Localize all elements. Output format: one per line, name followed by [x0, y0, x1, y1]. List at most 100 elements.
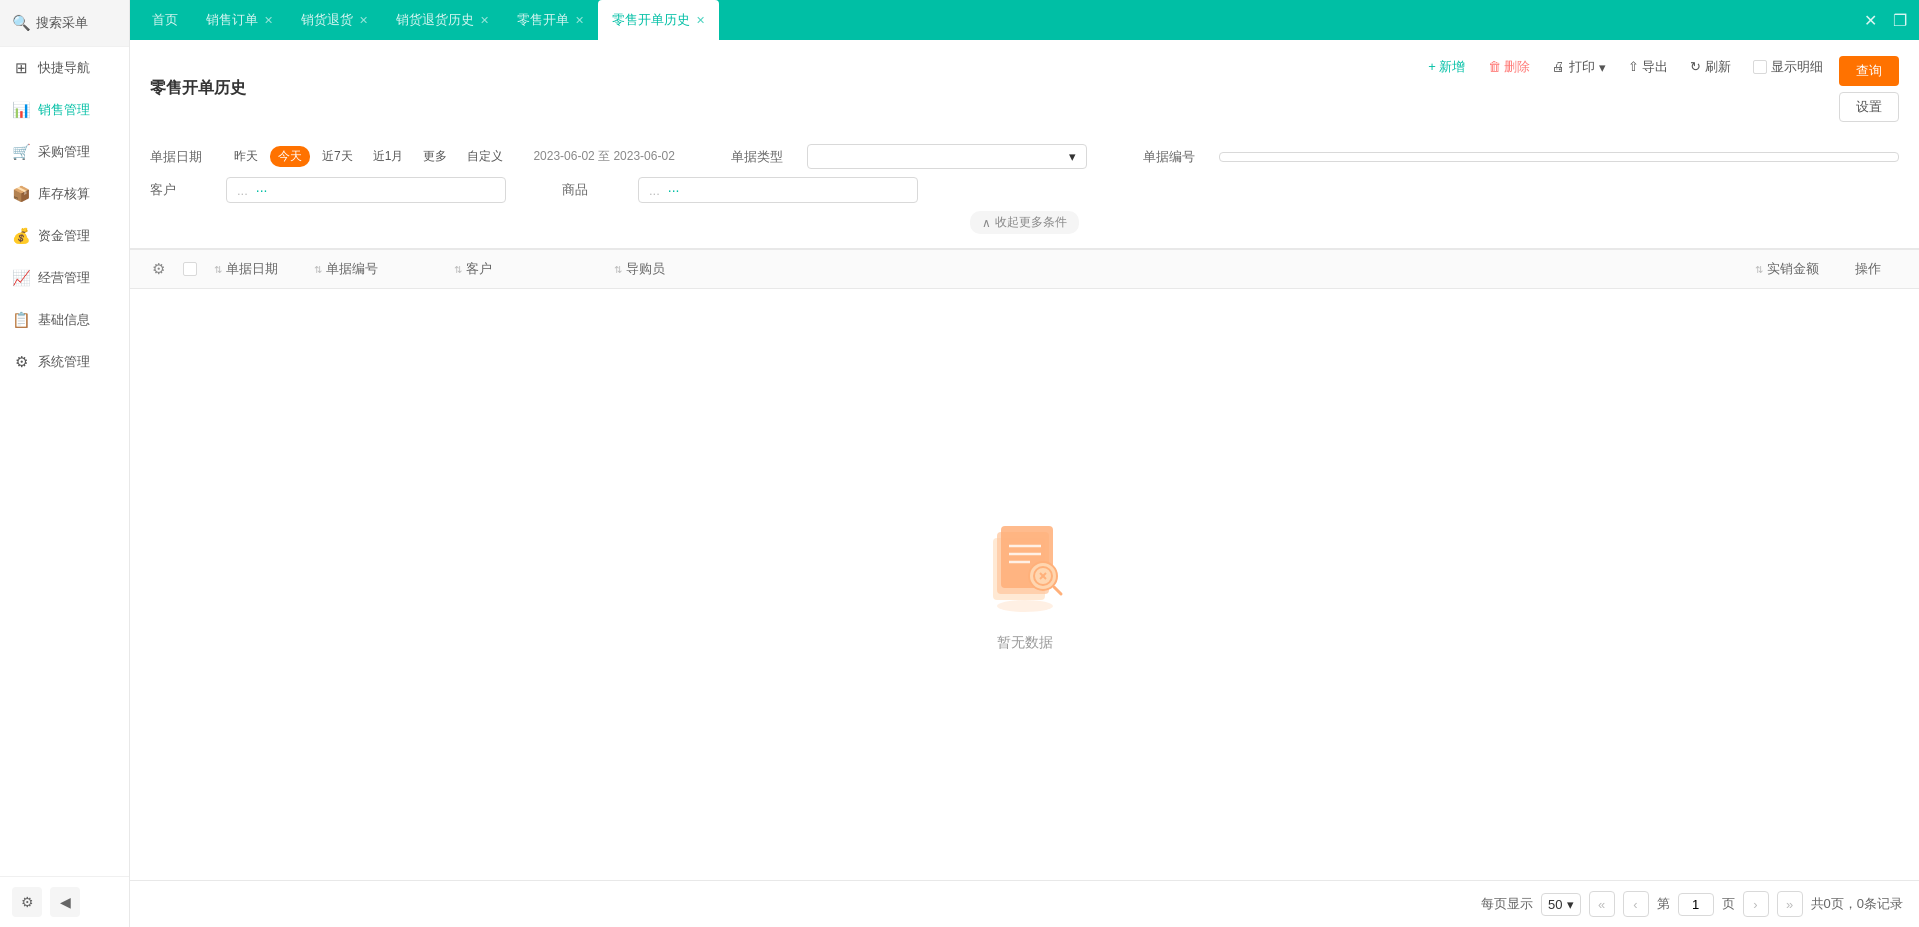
th-num[interactable]: ⇅ 单据编号 — [306, 260, 446, 278]
th-amount[interactable]: ⇅ 实销金额 — [1747, 260, 1847, 278]
page-title-row: 零售开单历史 + 新增 🗑 删除 🖨 打印 ▾ ⇧ 导出 ↻ 刷新 — [150, 54, 1899, 122]
sidebar-item-sys-mgmt[interactable]: ⚙ 系统管理 — [0, 341, 129, 383]
sidebar-item-purchase-mgmt[interactable]: 🛒 采购管理 — [0, 131, 129, 173]
nav-label-quick-nav: 快捷导航 — [38, 59, 90, 77]
print-btn[interactable]: 🖨 打印 ▾ — [1546, 54, 1612, 80]
th-action: 操作 — [1847, 260, 1907, 278]
filter-row-customer: 客户 ... ··· 商品 ... ··· — [150, 177, 1899, 203]
tab-retail-history[interactable]: 零售开单历史✕ — [598, 0, 719, 40]
sidebar-item-operations[interactable]: 📈 经营管理 — [0, 257, 129, 299]
tab-close-retail-history[interactable]: ✕ — [696, 14, 705, 27]
th-customer-label: 客户 — [466, 260, 492, 278]
date-btn-昨天[interactable]: 昨天 — [226, 146, 266, 167]
goods-ellipsis-btn[interactable]: ··· — [668, 182, 680, 198]
goods-input[interactable]: ... ··· — [638, 177, 918, 203]
tab-label-sales-return: 销货退货 — [301, 11, 353, 29]
query-btn[interactable]: 查询 — [1839, 56, 1899, 86]
doc-type-select[interactable]: ▾ — [807, 144, 1087, 169]
tab-sales-return-history[interactable]: 销货退货历史✕ — [382, 0, 503, 40]
goods-filter-label: 商品 — [562, 181, 622, 199]
table-settings-col[interactable]: ⚙ — [142, 260, 174, 278]
window-restore-btn[interactable]: ❐ — [1889, 7, 1911, 34]
tab-home[interactable]: 首页 — [138, 0, 192, 40]
per-page-select[interactable]: 50 ▾ — [1541, 893, 1580, 916]
th-guide[interactable]: ⇅ 导购员 — [606, 260, 686, 278]
select-all-checkbox[interactable] — [183, 262, 197, 276]
table-settings-icon: ⚙ — [152, 260, 165, 278]
tab-close-sales-order[interactable]: ✕ — [264, 14, 273, 27]
date-btn-更多[interactable]: 更多 — [415, 146, 455, 167]
collapse-label: 收起更多条件 — [995, 214, 1067, 231]
delete-btn[interactable]: 🗑 删除 — [1482, 54, 1537, 80]
th-date[interactable]: ⇅ 单据日期 — [206, 260, 306, 278]
customer-filter-label: 客户 — [150, 181, 210, 199]
sidebar-item-sales-mgmt[interactable]: 📊 销售管理 — [0, 89, 129, 131]
tab-sales-order[interactable]: 销售订单✕ — [192, 0, 287, 40]
page-number-input[interactable] — [1678, 893, 1714, 916]
date-btn-今天[interactable]: 今天 — [270, 146, 310, 167]
display-detail-checkbox[interactable] — [1753, 60, 1767, 74]
empty-state: 暂无数据 — [130, 289, 1919, 880]
filter-row-date: 单据日期 昨天今天近7天近1月更多自定义 2023-06-02 至 2023-0… — [150, 144, 1899, 169]
per-page-label: 每页显示 — [1481, 895, 1533, 913]
table-checkbox-col[interactable] — [174, 262, 206, 276]
first-page-icon: « — [1598, 897, 1605, 912]
page-header: 零售开单历史 + 新增 🗑 删除 🖨 打印 ▾ ⇧ 导出 ↻ 刷新 — [130, 40, 1919, 249]
content-area: 零售开单历史 + 新增 🗑 删除 🖨 打印 ▾ ⇧ 导出 ↻ 刷新 — [130, 40, 1919, 927]
sidebar-item-base-info[interactable]: 📋 基础信息 — [0, 299, 129, 341]
prev-page-icon: ‹ — [1633, 897, 1637, 912]
date-btn-自定义[interactable]: 自定义 — [459, 146, 511, 167]
nav-icon-sales-mgmt: 📊 — [12, 101, 30, 119]
settings-footer-btn[interactable]: ⚙ — [12, 887, 42, 917]
tab-close-sales-return-history[interactable]: ✕ — [480, 14, 489, 27]
th-date-sort: ⇅ — [214, 264, 222, 275]
doc-num-label: 单据编号 — [1143, 148, 1203, 166]
last-page-btn[interactable]: » — [1777, 891, 1803, 917]
total-info: 共0页，0条记录 — [1811, 895, 1903, 913]
pagination-bar: 每页显示 50 ▾ « ‹ 第 页 › » — [130, 880, 1919, 927]
per-page-value: 50 — [1548, 897, 1562, 912]
tab-bar: 首页销售订单✕销货退货✕销货退货历史✕零售开单✕零售开单历史✕ ✕ ❐ — [130, 0, 1919, 40]
table-header: ⚙ ⇅ 单据日期 ⇅ 单据编号 ⇅ 客户 ⇅ — [130, 249, 1919, 289]
tab-close-sales-return[interactable]: ✕ — [359, 14, 368, 27]
refresh-btn[interactable]: ↻ 刷新 — [1684, 54, 1737, 80]
collapse-btn[interactable]: ∧ 收起更多条件 — [970, 211, 1079, 234]
export-btn[interactable]: ⇧ 导出 — [1622, 54, 1675, 80]
window-close-btn[interactable]: ✕ — [1860, 7, 1881, 34]
next-page-btn[interactable]: › — [1743, 891, 1769, 917]
sidebar-search[interactable]: 🔍 搜索采单 — [0, 0, 129, 47]
sidebar-item-inventory[interactable]: 📦 库存核算 — [0, 173, 129, 215]
toolbar: + 新增 🗑 删除 🖨 打印 ▾ ⇧ 导出 ↻ 刷新 显示明细 — [1422, 54, 1829, 80]
date-btn-近1月[interactable]: 近1月 — [365, 146, 412, 167]
customer-ellipsis-btn[interactable]: ··· — [256, 182, 268, 198]
sidebar-item-quick-nav[interactable]: ⊞ 快捷导航 — [0, 47, 129, 89]
tab-close-retail-open[interactable]: ✕ — [575, 14, 584, 27]
nav-icon-quick-nav: ⊞ — [12, 59, 30, 77]
first-page-btn[interactable]: « — [1589, 891, 1615, 917]
page-word-suffix: 页 — [1722, 895, 1735, 913]
settings-footer-icon: ⚙ — [21, 894, 34, 910]
filter-area: 单据日期 昨天今天近7天近1月更多自定义 2023-06-02 至 2023-0… — [150, 134, 1899, 248]
doc-type-arrow: ▾ — [1069, 149, 1076, 164]
per-page-arrow: ▾ — [1567, 897, 1574, 912]
prev-page-btn[interactable]: ‹ — [1623, 891, 1649, 917]
tab-retail-open[interactable]: 零售开单✕ — [503, 0, 598, 40]
customer-input[interactable]: ... ··· — [226, 177, 506, 203]
date-range-display: 2023-06-02 至 2023-06-02 — [533, 148, 674, 165]
doc-num-input[interactable] — [1219, 152, 1899, 162]
date-btn-近7天[interactable]: 近7天 — [314, 146, 361, 167]
collapse-sidebar-icon: ◀ — [60, 894, 71, 910]
tab-sales-return[interactable]: 销货退货 ✕ — [287, 0, 382, 40]
nav-label-sys-mgmt: 系统管理 — [38, 353, 90, 371]
sidebar-item-finance[interactable]: 💰 资金管理 — [0, 215, 129, 257]
settings-btn[interactable]: 设置 — [1839, 92, 1899, 122]
add-btn[interactable]: + 新增 — [1422, 54, 1471, 80]
last-page-icon: » — [1786, 897, 1793, 912]
collapse-row: ∧ 收起更多条件 — [150, 211, 1899, 240]
collapse-sidebar-btn[interactable]: ◀ — [50, 887, 80, 917]
page-title: 零售开单历史 — [150, 78, 246, 99]
th-customer[interactable]: ⇅ 客户 — [446, 260, 606, 278]
next-page-icon: › — [1753, 897, 1757, 912]
display-detail-btn[interactable]: 显示明细 — [1747, 54, 1829, 80]
empty-text: 暂无数据 — [997, 634, 1053, 652]
